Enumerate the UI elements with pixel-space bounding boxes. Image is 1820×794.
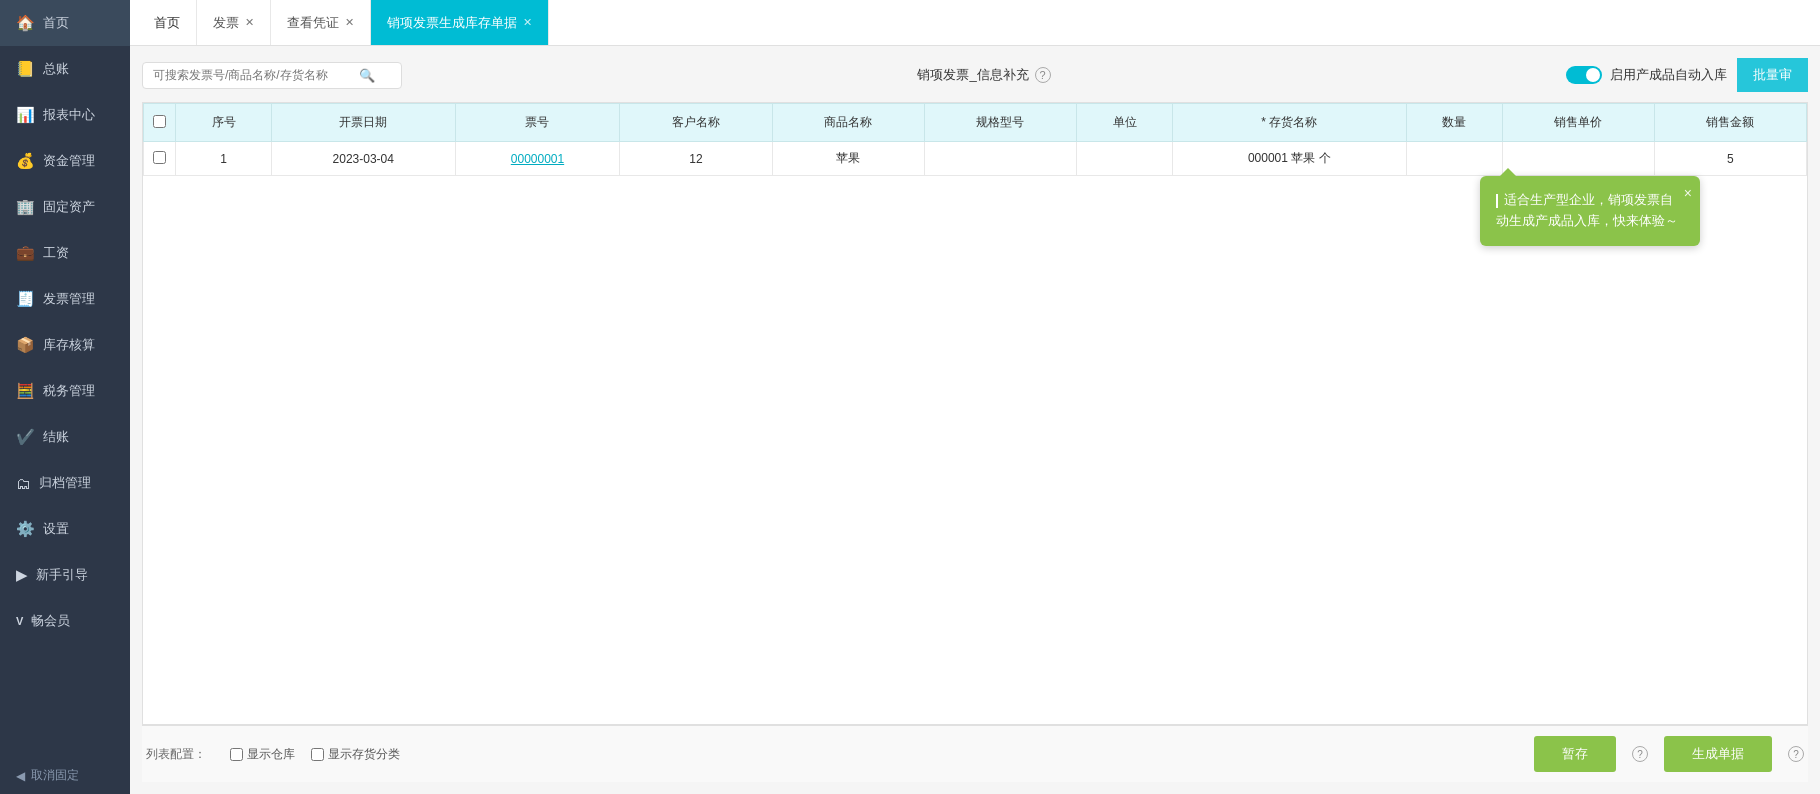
select-all-checkbox[interactable] (153, 115, 166, 128)
tab-sales-return[interactable]: 销项发票生成库存单据 ✕ (371, 0, 549, 45)
home-icon: 🏠 (16, 14, 35, 32)
cell-customer: 12 (620, 142, 772, 176)
sidebar-item-tax[interactable]: 🧮 税务管理 (0, 368, 130, 414)
funds-icon: 💰 (16, 152, 35, 170)
header-amount: 销售金额 (1654, 104, 1806, 142)
invoice-mgmt-icon: 🧾 (16, 290, 35, 308)
bottom-bar: 列表配置： 显示仓库 显示存货分类 暂存 ? 生成单据 ? (142, 725, 1808, 782)
header-product: 商品名称 (772, 104, 924, 142)
info-section: 销项发票_信息补充 ? (412, 66, 1556, 84)
header-date: 开票日期 (272, 104, 456, 142)
header-customer: 客户名称 (620, 104, 772, 142)
cell-inventory: 000001 苹果 个 (1173, 142, 1407, 176)
sidebar-item-reports[interactable]: 📊 报表中心 (0, 92, 130, 138)
tooltip-popup: × 适合生产型企业，销项发票自动生成产成品入库，快来体验～ (1480, 176, 1700, 246)
header-unit: 单位 (1077, 104, 1173, 142)
settings-icon: ⚙️ (16, 520, 35, 538)
toggle-label: 启用产成品自动入库 (1610, 66, 1727, 84)
cell-spec (924, 142, 1076, 176)
tab-invoice[interactable]: 发票 ✕ (197, 0, 271, 45)
archive-icon: 🗂 (16, 475, 31, 492)
list-config-label: 列表配置： (146, 746, 206, 763)
page-content: 🔍 销项发票_信息补充 ? 启用产成品自动入库 批量审 (130, 46, 1820, 794)
ticket-link[interactable]: 00000001 (511, 152, 564, 166)
sidebar-unpin[interactable]: ◀ 取消固定 (0, 757, 130, 794)
generate-help-icon[interactable]: ? (1788, 746, 1804, 762)
info-help-icon[interactable]: ? (1035, 67, 1051, 83)
save-help-icon[interactable]: ? (1632, 746, 1648, 762)
tab-sales-return-close[interactable]: ✕ (523, 16, 532, 29)
search-icon[interactable]: 🔍 (359, 68, 375, 83)
tab-bar: 首页 发票 ✕ 查看凭证 ✕ 销项发票生成库存单据 ✕ (130, 0, 1820, 46)
save-button[interactable]: 暂存 (1534, 736, 1616, 772)
table-header-row: 序号 开票日期 票号 客户名称 商品名称 规格型号 单位 * 存货名称 数量 销… (144, 104, 1807, 142)
sidebar-item-wages[interactable]: 💼 工资 (0, 230, 130, 276)
header-unit-price: 销售单价 (1502, 104, 1654, 142)
auto-warehouse-toggle[interactable] (1566, 66, 1602, 84)
sidebar: 🏠 首页 📒 总账 📊 报表中心 💰 资金管理 🏢 固定资产 💼 工资 🧾 发票… (0, 0, 130, 794)
row-checkbox[interactable] (153, 151, 166, 164)
cell-unit (1077, 142, 1173, 176)
header-inventory: * 存货名称 (1173, 104, 1407, 142)
show-category-label[interactable]: 显示存货分类 (311, 746, 400, 763)
data-table: 序号 开票日期 票号 客户名称 商品名称 规格型号 单位 * 存货名称 数量 销… (143, 103, 1807, 176)
sidebar-item-invoice-mgmt[interactable]: 🧾 发票管理 (0, 276, 130, 322)
header-spec: 规格型号 (924, 104, 1076, 142)
inventory-icon: 📦 (16, 336, 35, 354)
tooltip-cursor (1496, 194, 1498, 208)
cell-unit-price (1502, 142, 1654, 176)
sidebar-item-assets[interactable]: 🏢 固定资产 (0, 184, 130, 230)
search-input[interactable] (153, 68, 353, 82)
unpin-arrow-icon: ◀ (16, 769, 25, 783)
header-seq: 序号 (176, 104, 272, 142)
tooltip-close-button[interactable]: × (1684, 182, 1692, 204)
search-box[interactable]: 🔍 (142, 62, 402, 89)
cell-seq: 1 (176, 142, 272, 176)
tab-home[interactable]: 首页 (138, 0, 197, 45)
info-label: 销项发票_信息补充 (917, 66, 1028, 84)
toggle-section: 启用产成品自动入库 (1566, 66, 1727, 84)
show-warehouse-checkbox[interactable] (230, 748, 243, 761)
row-checkbox-cell (144, 142, 176, 176)
settlement-icon: ✔️ (16, 428, 35, 446)
tooltip-text: 适合生产型企业，销项发票自动生成产成品入库，快来体验～ (1496, 192, 1678, 228)
table-row: 1 2023-03-04 00000001 12 苹果 000001 苹果 个 … (144, 142, 1807, 176)
batch-button[interactable]: 批量审 (1737, 58, 1808, 92)
reports-icon: 📊 (16, 106, 35, 124)
wages-icon: 💼 (16, 244, 35, 262)
sidebar-item-home[interactable]: 🏠 首页 (0, 0, 130, 46)
sidebar-item-guide[interactable]: ▶ 新手引导 (0, 552, 130, 598)
show-warehouse-label[interactable]: 显示仓库 (230, 746, 295, 763)
header-qty: 数量 (1406, 104, 1502, 142)
assets-icon: 🏢 (16, 198, 35, 216)
show-category-checkbox[interactable] (311, 748, 324, 761)
generate-button[interactable]: 生成单据 (1664, 736, 1772, 772)
header-checkbox-cell (144, 104, 176, 142)
sidebar-item-settings[interactable]: ⚙️ 设置 (0, 506, 130, 552)
tab-voucher-close[interactable]: ✕ (345, 16, 354, 29)
tax-icon: 🧮 (16, 382, 35, 400)
sidebar-item-settlement[interactable]: ✔️ 结账 (0, 414, 130, 460)
sidebar-item-ledger[interactable]: 📒 总账 (0, 46, 130, 92)
header-ticket-no: 票号 (455, 104, 620, 142)
main-content: 首页 发票 ✕ 查看凭证 ✕ 销项发票生成库存单据 ✕ 🔍 销项发票_信息补充 … (130, 0, 1820, 794)
cell-ticket-no[interactable]: 00000001 (455, 142, 620, 176)
cell-date: 2023-03-04 (272, 142, 456, 176)
cell-amount: 5 (1654, 142, 1806, 176)
ledger-icon: 📒 (16, 60, 35, 78)
member-icon: V (16, 615, 23, 627)
tab-voucher[interactable]: 查看凭证 ✕ (271, 0, 371, 45)
cell-product: 苹果 (772, 142, 924, 176)
tab-invoice-close[interactable]: ✕ (245, 16, 254, 29)
sidebar-item-inventory[interactable]: 📦 库存核算 (0, 322, 130, 368)
sidebar-item-funds[interactable]: 💰 资金管理 (0, 138, 130, 184)
toolbar-top: 🔍 销项发票_信息补充 ? 启用产成品自动入库 批量审 (142, 58, 1808, 92)
sidebar-item-archive[interactable]: 🗂 归档管理 (0, 460, 130, 506)
cell-qty (1406, 142, 1502, 176)
guide-icon: ▶ (16, 566, 28, 584)
sidebar-item-member[interactable]: V 畅会员 (0, 598, 130, 644)
